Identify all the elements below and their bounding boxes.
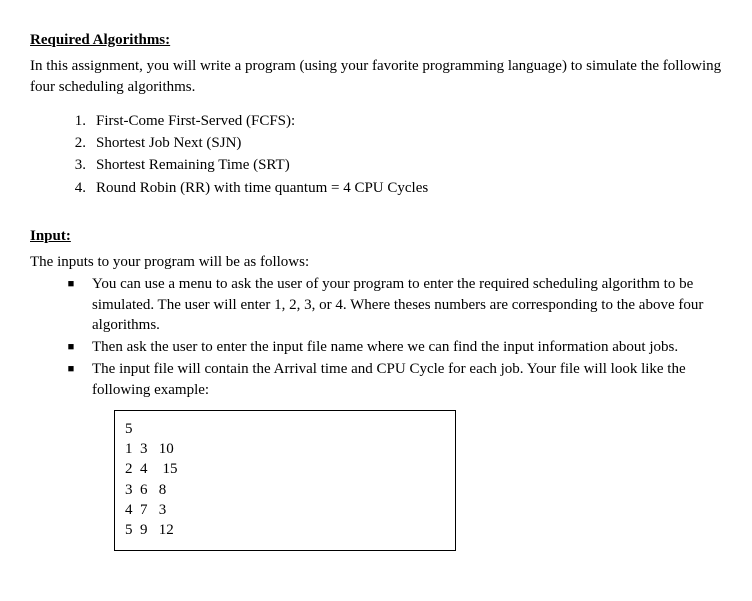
bullet-icon: ■ <box>64 359 78 379</box>
required-intro-text: In this assignment, you will write a pro… <box>30 56 722 97</box>
list-item: ■ The input file will contain the Arriva… <box>64 359 722 400</box>
file-example-box: 5 1 3 10 2 4 15 3 6 8 4 7 3 5 9 12 <box>114 410 456 552</box>
list-text: Shortest Remaining Time (SRT) <box>96 155 290 175</box>
list-item: ■ Then ask the user to enter the input f… <box>64 337 722 357</box>
section-heading-input: Input: <box>30 226 722 246</box>
list-item: ■ You can use a menu to ask the user of … <box>64 274 722 335</box>
input-bullet-list: ■ You can use a menu to ask the user of … <box>64 274 722 400</box>
bullet-icon: ■ <box>64 274 78 294</box>
bullet-icon: ■ <box>64 337 78 357</box>
list-number: 1. <box>64 111 86 131</box>
list-text: Round Robin (RR) with time quantum = 4 C… <box>96 178 428 198</box>
bullet-text: You can use a menu to ask the user of yo… <box>92 274 722 335</box>
list-number: 4. <box>64 178 86 198</box>
bullet-text: The input file will contain the Arrival … <box>92 359 722 400</box>
list-text: Shortest Job Next (SJN) <box>96 133 241 153</box>
bullet-text: Then ask the user to enter the input fil… <box>92 337 722 357</box>
list-number: 2. <box>64 133 86 153</box>
list-item: 3. Shortest Remaining Time (SRT) <box>64 155 722 175</box>
list-number: 3. <box>64 155 86 175</box>
input-intro-text: The inputs to your program will be as fo… <box>30 252 722 272</box>
list-item: 4. Round Robin (RR) with time quantum = … <box>64 178 722 198</box>
algorithm-list: 1. First-Come First-Served (FCFS): 2. Sh… <box>64 111 722 198</box>
section-heading-required: Required Algorithms: <box>30 30 722 50</box>
list-text: First-Come First-Served (FCFS): <box>96 111 295 131</box>
list-item: 1. First-Come First-Served (FCFS): <box>64 111 722 131</box>
list-item: 2. Shortest Job Next (SJN) <box>64 133 722 153</box>
